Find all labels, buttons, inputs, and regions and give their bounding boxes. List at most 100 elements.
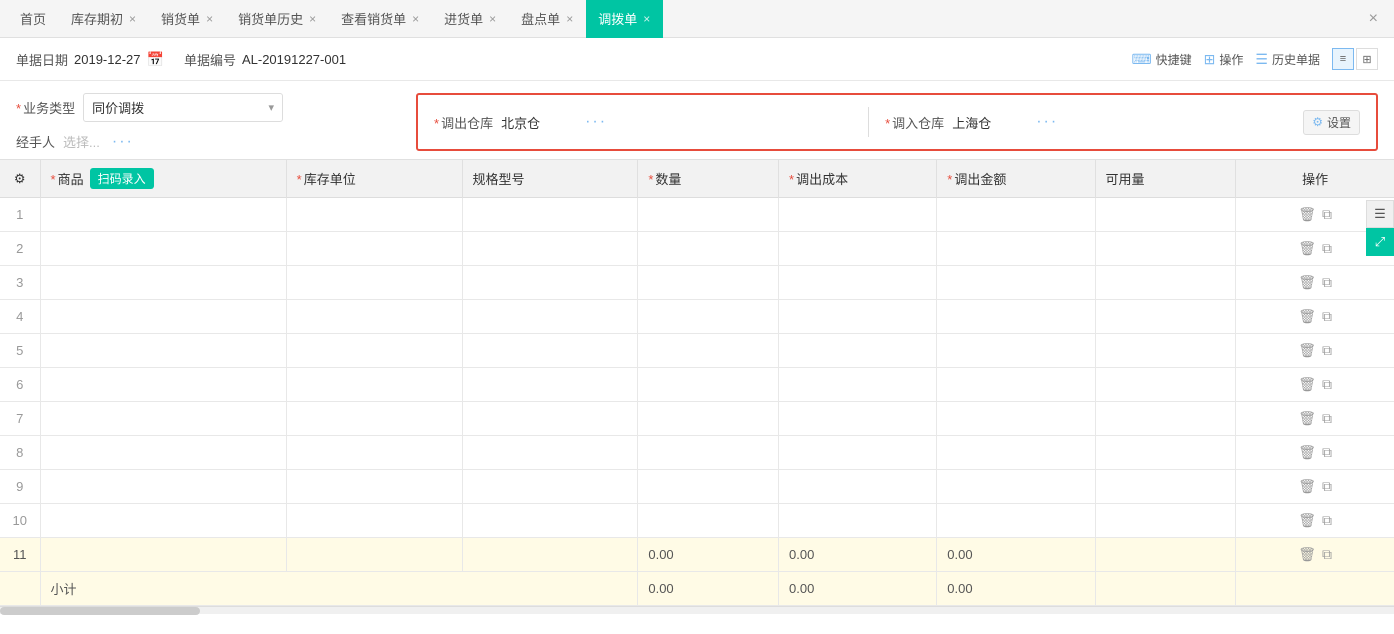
cell-cost[interactable] [779,198,937,232]
row-delete-icon[interactable]: 🗑 [1298,342,1316,359]
cell-product[interactable] [40,198,286,232]
cell-amount[interactable] [937,334,1095,368]
cell-amount[interactable] [937,402,1095,436]
order-value[interactable]: AL-20191227-001 [242,52,346,67]
tab-close-view-sales[interactable]: × [412,12,419,26]
cell-spec[interactable] [462,504,638,538]
scroll-thumb[interactable] [0,607,200,615]
tab-transfer-order[interactable]: 调拨单 × [586,0,663,38]
row-copy-icon[interactable]: ⧉ [1322,376,1332,393]
cell-qty[interactable] [638,368,779,402]
row-copy-icon[interactable]: ⧉ [1322,478,1332,495]
cell-unit[interactable] [286,334,462,368]
cell-cost[interactable] [779,470,937,504]
row-delete-icon[interactable]: 🗑 [1298,274,1316,291]
layout-list-icon[interactable]: ≡ [1332,48,1354,70]
cell-amount[interactable] [937,266,1095,300]
cell-cost[interactable] [779,436,937,470]
window-close-button[interactable]: × [1361,6,1386,31]
cell-product[interactable] [40,504,286,538]
cell-qty[interactable] [638,504,779,538]
cell-cost[interactable] [779,334,937,368]
cell-product[interactable] [40,402,286,436]
cell-amount[interactable] [937,300,1095,334]
cell-qty[interactable] [638,300,779,334]
cell-qty[interactable] [638,198,779,232]
cell-amount[interactable] [937,198,1095,232]
tab-purchase-order[interactable]: 进货单 × [432,0,509,38]
tab-sales-history[interactable]: 销货单历史 × [226,0,329,38]
tab-view-sales[interactable]: 查看销货单 × [329,0,432,38]
tab-inventory-init[interactable]: 库存期初 × [59,0,149,38]
transfer-out-more-button[interactable]: ··· [581,113,611,131]
cell-unit[interactable] [286,368,462,402]
cell-qty[interactable] [638,232,779,266]
operations-button[interactable]: ⊞ 操作 [1204,51,1244,68]
row-delete-icon[interactable]: 🗑 [1298,546,1316,563]
calendar-icon[interactable]: 📅 [147,51,164,68]
cell-qty[interactable] [638,436,779,470]
tab-sales-order[interactable]: 销货单 × [149,0,226,38]
cell-qty[interactable] [638,402,779,436]
row-delete-icon[interactable]: 🗑 [1298,512,1316,529]
layout-grid-icon[interactable]: ⊞ [1356,48,1378,70]
cell-qty[interactable] [638,470,779,504]
row-copy-icon[interactable]: ⧉ [1322,308,1332,325]
cell-spec[interactable] [462,402,638,436]
handler-more-button[interactable]: ··· [108,133,138,151]
row-delete-icon[interactable]: 🗑 [1298,444,1316,461]
cell-unit[interactable] [286,300,462,334]
row-delete-icon[interactable]: 🗑 [1298,376,1316,393]
shortcut-button[interactable]: ⌨ 快捷键 [1131,51,1191,68]
cell-spec[interactable] [462,470,638,504]
tab-close-purchase-order[interactable]: × [489,12,496,26]
cell-spec[interactable] [462,368,638,402]
cell-product[interactable] [40,436,286,470]
cell-spec[interactable] [462,334,638,368]
history-button[interactable]: ☰ 历史单据 [1255,51,1320,68]
cell-cost[interactable] [779,368,937,402]
handler-select[interactable]: 选择... [63,132,100,151]
date-value[interactable]: 2019-12-27 [74,52,141,67]
cell-cost[interactable] [779,266,937,300]
cell-cost[interactable] [779,504,937,538]
scan-entry-button[interactable]: 扫码录入 [90,168,154,189]
cell-product[interactable] [40,300,286,334]
cell-product[interactable] [40,334,286,368]
settings-button[interactable]: ⚙ 设置 [1303,110,1360,135]
tab-close-sales-history[interactable]: × [309,12,316,26]
cell-unit[interactable] [286,504,462,538]
tab-close-inventory-init[interactable]: × [129,12,136,26]
cell-unit[interactable] [286,198,462,232]
cell-spec[interactable] [462,266,638,300]
row-delete-icon[interactable]: 🗑 [1298,308,1316,325]
cell-spec[interactable] [462,232,638,266]
business-type-select[interactable]: 同价调拨 ▾ [83,93,283,122]
col-gear[interactable]: ⚙ [0,160,40,198]
cell-qty[interactable] [638,266,779,300]
cell-unit[interactable] [286,470,462,504]
cell-unit[interactable] [286,232,462,266]
tab-close-sales-order[interactable]: × [206,12,213,26]
row-copy-icon[interactable]: ⧉ [1322,512,1332,529]
tab-close-transfer-order[interactable]: × [643,12,650,26]
cell-product[interactable] [40,470,286,504]
row-copy-icon[interactable]: ⧉ [1322,342,1332,359]
cell-unit[interactable] [286,402,462,436]
row-copy-icon[interactable]: ⧉ [1322,444,1332,461]
horizontal-scrollbar[interactable] [0,606,1394,614]
cell-product[interactable] [40,232,286,266]
cell-spec[interactable] [462,198,638,232]
row-delete-icon[interactable]: 🗑 [1298,206,1316,223]
transfer-in-value[interactable]: 上海仓 [948,111,1028,134]
tab-close-inventory-check[interactable]: × [566,12,573,26]
tab-home[interactable]: 首页 [8,0,59,38]
cell-spec[interactable] [462,436,638,470]
cell-unit[interactable] [286,266,462,300]
cell-cost[interactable] [779,300,937,334]
cell-amount[interactable] [937,368,1095,402]
row-copy-icon[interactable]: ⧉ [1322,546,1332,563]
transfer-in-more-button[interactable]: ··· [1032,113,1062,131]
cell-amount[interactable] [937,232,1095,266]
side-list-icon[interactable]: ☰ [1366,200,1394,228]
